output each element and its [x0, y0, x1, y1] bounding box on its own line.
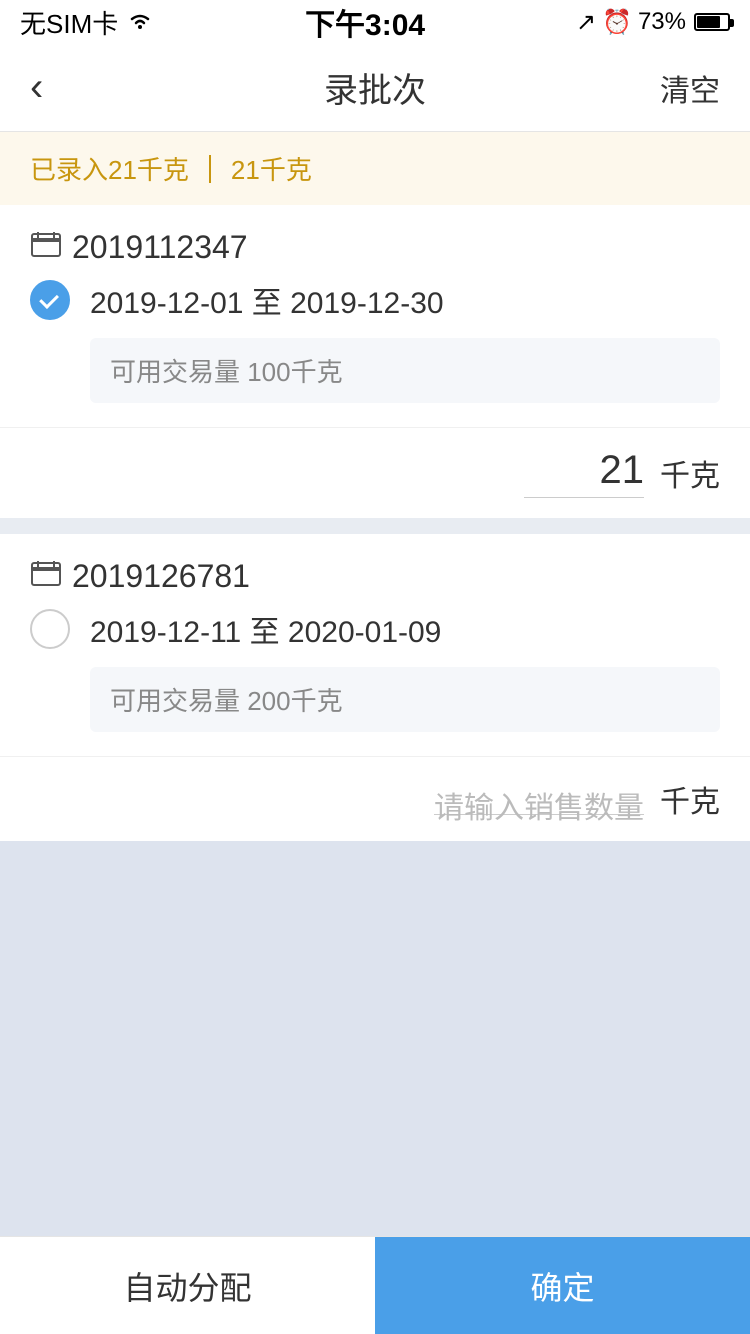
battery-pct: 73% — [638, 8, 686, 36]
batch-1-selector-row[interactable]: 2019-12-01 至 2019-12-30 — [30, 278, 720, 322]
auto-distribute-label: 自动分配 — [123, 1263, 251, 1309]
batch-item-2: 2019126781 2019-12-11 至 2020-01-09 可用交易量… — [0, 534, 750, 756]
batch-2-icon — [30, 559, 62, 595]
batch-1-quantity-container: 21 — [524, 448, 644, 498]
batch-1-available: 可用交易量 100千克 — [90, 338, 720, 403]
recorded-amount: 已录入21千克 — [30, 150, 189, 187]
banner-divider — [209, 155, 211, 183]
info-banner: 已录入21千克 21千克 — [0, 132, 750, 205]
batch-2-available: 可用交易量 200千克 — [90, 667, 720, 732]
nav-bar: ‹ 录批次 清空 — [0, 44, 750, 132]
batch-1-radio[interactable] — [30, 280, 70, 320]
clear-button[interactable]: 清空 — [660, 66, 720, 110]
auto-distribute-button[interactable]: 自动分配 — [0, 1237, 375, 1334]
wifi-icon — [126, 7, 154, 38]
page-title: 录批次 — [324, 63, 426, 112]
batch-1-unit: 千克 — [660, 451, 720, 495]
status-bar: 无SIM卡 下午3:04 ↗ ⏰ 73% — [0, 0, 750, 44]
back-button[interactable]: ‹ — [30, 65, 90, 110]
battery-icon — [694, 13, 730, 31]
status-right: ↗ ⏰ 73% — [576, 8, 730, 37]
carrier-text: 无SIM卡 — [20, 4, 118, 41]
location-icon: ↗ — [576, 8, 596, 37]
batch-2-date: 2019-12-11 至 2020-01-09 — [90, 607, 441, 651]
total-amount: 21千克 — [231, 150, 312, 187]
batch-2-selector-row[interactable]: 2019-12-11 至 2020-01-09 — [30, 607, 720, 651]
batch-2-input-row[interactable]: 请输入销售数量 千克 — [0, 756, 750, 841]
batch-1-icon — [30, 230, 62, 266]
batch-2-unit: 千克 — [660, 777, 720, 821]
batch-1-quantity-value: 21 — [600, 448, 645, 492]
status-left: 无SIM卡 — [20, 4, 154, 41]
batch-1-date: 2019-12-01 至 2019-12-30 — [90, 278, 444, 322]
batch-1-header: 2019112347 — [30, 229, 720, 266]
section-separator — [0, 518, 750, 534]
confirm-button[interactable]: 确定 — [375, 1237, 750, 1334]
batch-2-radio[interactable] — [30, 609, 70, 649]
confirm-label: 确定 — [530, 1263, 594, 1309]
batch-1-quantity-row: 21 千克 — [0, 427, 750, 518]
batch-1-id: 2019112347 — [72, 229, 248, 266]
batch-2-quantity-input-container[interactable]: 请输入销售数量 — [434, 783, 644, 815]
alarm-icon: ⏰ — [602, 8, 632, 37]
batch-2-input-placeholder: 请输入销售数量 — [434, 792, 644, 825]
batch-2-header: 2019126781 — [30, 558, 720, 595]
status-time: 下午3:04 — [305, 0, 425, 44]
batch-2-id: 2019126781 — [72, 558, 250, 595]
batch-item-1: 2019112347 2019-12-01 至 2019-12-30 可用交易量… — [0, 205, 750, 427]
bottom-bar: 自动分配 确定 — [0, 1236, 750, 1334]
